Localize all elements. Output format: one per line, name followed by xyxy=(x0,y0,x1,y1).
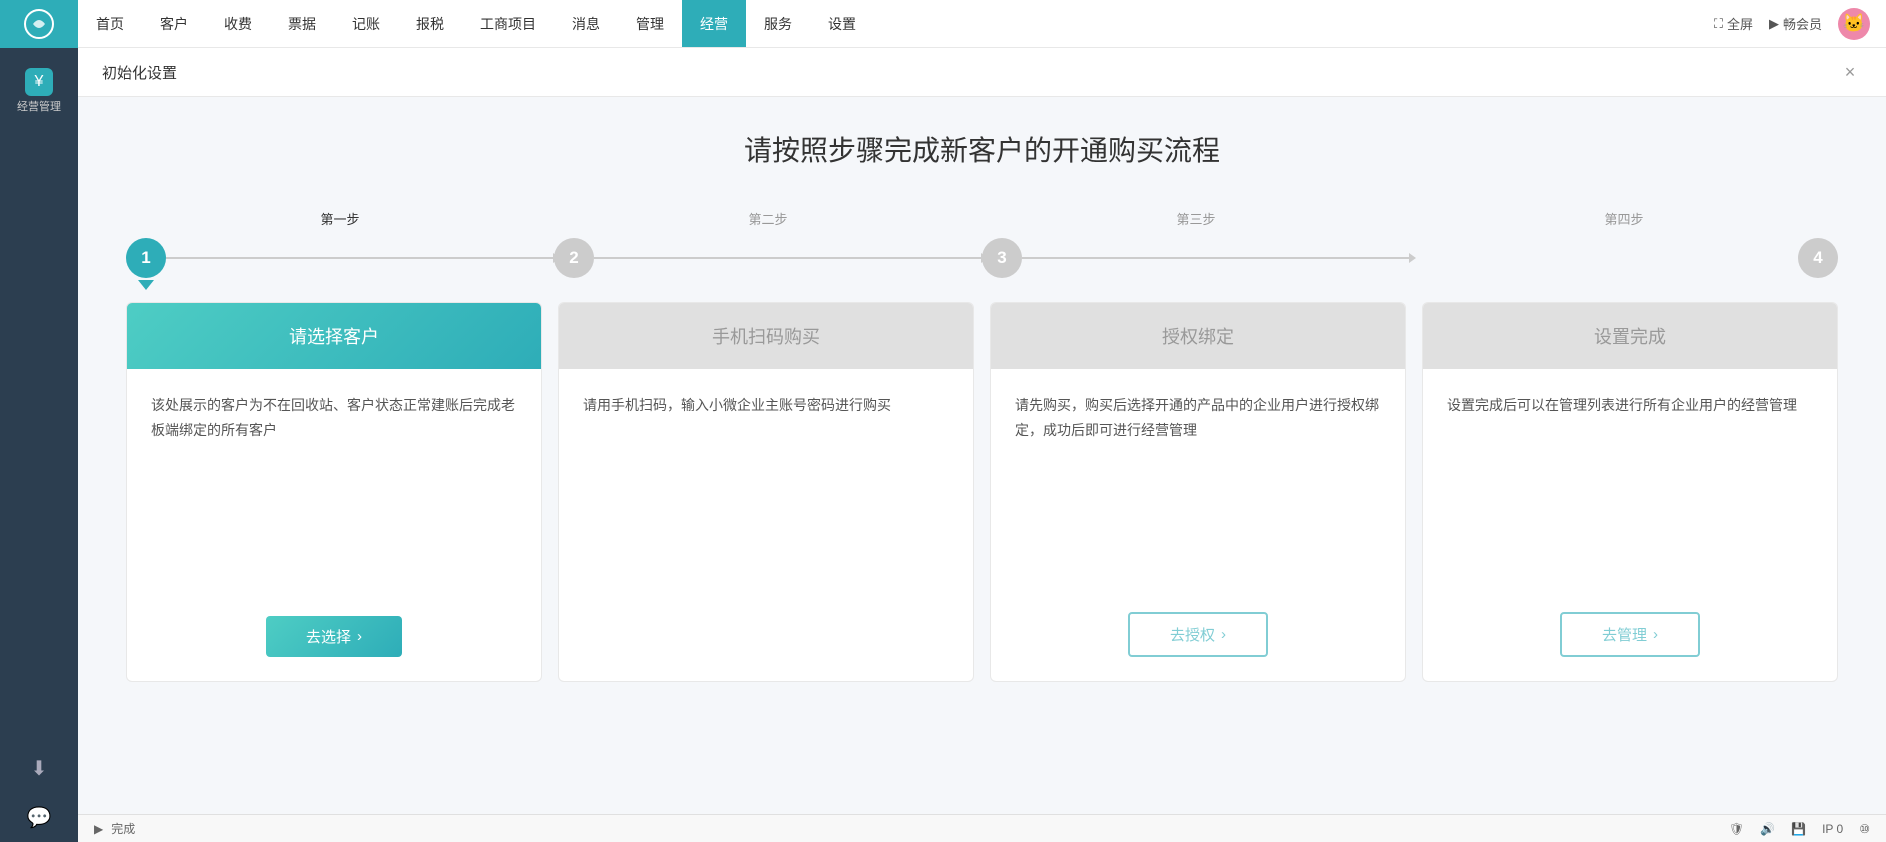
fullscreen-btn[interactable]: ⛶ 全屏 xyxy=(1714,14,1753,33)
main-layout: ¥ 经营管理 ⬇ 💬 初始化设置 × 请按照步骤完成新客户的开通购买流程 第一步 xyxy=(0,48,1886,842)
card-3-body: 请先购买，购买后选择开通的产品中的企业用户进行授权绑定，成功后即可进行经营管理 xyxy=(991,369,1405,596)
step-card-2: 手机扫码购买 请用手机扫码，输入小微企业主账号密码进行购买 xyxy=(558,302,974,682)
step-4-btn-arrow: › xyxy=(1653,626,1658,643)
version-label: ⑩ xyxy=(1859,822,1870,836)
nav-item-customer[interactable]: 客户 xyxy=(142,0,206,47)
nav-item-accounting[interactable]: 记账 xyxy=(334,0,398,47)
step-1-btn[interactable]: 去选择 › xyxy=(266,616,402,657)
sidebar-download[interactable]: ⬇ xyxy=(0,744,78,793)
save-icon: 💾 xyxy=(1791,822,1806,836)
business-icon: ¥ xyxy=(25,68,53,96)
status-bar-right: 🛡 🔊 💾 IP 0 ⑩ xyxy=(1729,822,1870,836)
volume-icon: 🔊 xyxy=(1760,822,1775,836)
step-1-indicator: 第一步 1 xyxy=(126,209,554,278)
step-3-circle: 3 xyxy=(982,238,1022,278)
fullscreen-label: 全屏 xyxy=(1727,14,1753,33)
sidebar-item-label: 经营管理 xyxy=(17,100,61,114)
status-label: 完成 xyxy=(111,820,135,837)
close-button[interactable]: × xyxy=(1838,60,1862,84)
step-2-indicator: 第二步 2 xyxy=(554,209,982,278)
card-2-body: 请用手机扫码，输入小微企业主账号密码进行购买 xyxy=(559,369,973,641)
step-3-btn-arrow: › xyxy=(1221,626,1226,643)
content-header: 初始化设置 × xyxy=(78,48,1886,97)
play-icon: ▶ xyxy=(1769,16,1779,32)
step-4-indicator: 第四步 4 xyxy=(1410,209,1838,278)
card-4-header: 设置完成 xyxy=(1423,303,1837,369)
vip-label: 畅会员 xyxy=(1783,14,1822,33)
nav-item-service[interactable]: 服务 xyxy=(746,0,810,47)
card-4-body: 设置完成后可以在管理列表进行所有企业用户的经营管理 xyxy=(1423,369,1837,596)
step-1-circle: 1 xyxy=(126,238,166,278)
top-nav: 首页 客户 收费 票据 记账 报税 工商项目 消息 管理 经营 服务 设置 ⛶ … xyxy=(0,0,1886,48)
nav-item-message[interactable]: 消息 xyxy=(554,0,618,47)
step-3-indicator: 第三步 3 xyxy=(982,209,1410,278)
step-4-circle: 4 xyxy=(1798,238,1838,278)
nav-item-home[interactable]: 首页 xyxy=(78,0,142,47)
content-area: 初始化设置 × 请按照步骤完成新客户的开通购买流程 第一步 1 xyxy=(78,48,1886,842)
shield-icon: 🛡 xyxy=(1729,822,1744,836)
card-1-footer: 去选择 › xyxy=(127,600,541,681)
sidebar-support[interactable]: 💬 xyxy=(0,793,78,842)
card-2-header: 手机扫码购买 xyxy=(559,303,973,369)
cards-container: 请选择客户 该处展示的客户为不在回收站、客户状态正常建账后完成老板端绑定的所有客… xyxy=(126,302,1838,682)
card-1-header: 请选择客户 xyxy=(127,303,541,369)
fullscreen-icon: ⛶ xyxy=(1714,16,1723,32)
nav-item-manage[interactable]: 管理 xyxy=(618,0,682,47)
nav-right: ⛶ 全屏 ▶ 畅会员 🐱 xyxy=(1714,8,1886,40)
page-title: 初始化设置 xyxy=(102,62,177,83)
logo[interactable] xyxy=(0,0,78,48)
support-icon: 💬 xyxy=(27,805,52,830)
step-card-3: 授权绑定 请先购买，购买后选择开通的产品中的企业用户进行授权绑定，成功后即可进行… xyxy=(990,302,1406,682)
step-3-btn-label: 去授权 xyxy=(1170,624,1215,645)
card-2-footer xyxy=(559,641,973,681)
wizard-title: 请按照步骤完成新客户的开通购买流程 xyxy=(126,129,1838,169)
step-3-arrow xyxy=(1409,253,1416,263)
nav-item-commerce[interactable]: 工商项目 xyxy=(462,0,554,47)
sidebar: ¥ 经营管理 ⬇ 💬 xyxy=(0,48,78,842)
step-1-label: 第一步 xyxy=(320,209,359,228)
step-card-1: 请选择客户 该处展示的客户为不在回收站、客户状态正常建账后完成老板端绑定的所有客… xyxy=(126,302,542,682)
card-3-footer: 去授权 › xyxy=(991,596,1405,681)
step-3-label: 第三步 xyxy=(1176,209,1215,228)
card-1-body: 该处展示的客户为不在回收站、客户状态正常建账后完成老板端绑定的所有客户 xyxy=(127,369,541,600)
vip-btn[interactable]: ▶ 畅会员 xyxy=(1769,14,1822,33)
steps-indicators: 第一步 1 第二步 xyxy=(126,209,1838,278)
step-4-btn-label: 去管理 xyxy=(1602,624,1647,645)
ip-label: IP 0 xyxy=(1822,822,1843,836)
nav-items: 首页 客户 收费 票据 记账 报税 工商项目 消息 管理 经营 服务 设置 xyxy=(78,0,1714,47)
play-icon: ▶ xyxy=(94,822,103,836)
step-2-label: 第二步 xyxy=(748,209,787,228)
step-2-circle: 2 xyxy=(554,238,594,278)
step-1-btn-arrow: › xyxy=(357,628,362,645)
step-card-4: 设置完成 设置完成后可以在管理列表进行所有企业用户的经营管理 去管理 › xyxy=(1422,302,1838,682)
nav-item-invoice[interactable]: 票据 xyxy=(270,0,334,47)
card-3-header: 授权绑定 xyxy=(991,303,1405,369)
card-4-footer: 去管理 › xyxy=(1423,596,1837,681)
nav-item-business[interactable]: 经营 xyxy=(682,0,746,47)
step-1-btn-label: 去选择 xyxy=(306,626,351,647)
step-4-label: 第四步 xyxy=(1604,209,1643,228)
nav-item-fee[interactable]: 收费 xyxy=(206,0,270,47)
avatar[interactable]: 🐱 xyxy=(1838,8,1870,40)
nav-item-settings[interactable]: 设置 xyxy=(810,0,874,47)
step-3-btn[interactable]: 去授权 › xyxy=(1128,612,1268,657)
step-4-btn[interactable]: 去管理 › xyxy=(1560,612,1700,657)
nav-item-tax[interactable]: 报税 xyxy=(398,0,462,47)
download-icon: ⬇ xyxy=(31,756,48,781)
status-bar: ▶ 完成 🛡 🔊 💾 IP 0 ⑩ xyxy=(78,814,1886,842)
sidebar-item-business[interactable]: ¥ 经营管理 xyxy=(0,56,78,126)
wizard-area: 请按照步骤完成新客户的开通购买流程 第一步 1 xyxy=(78,97,1886,814)
